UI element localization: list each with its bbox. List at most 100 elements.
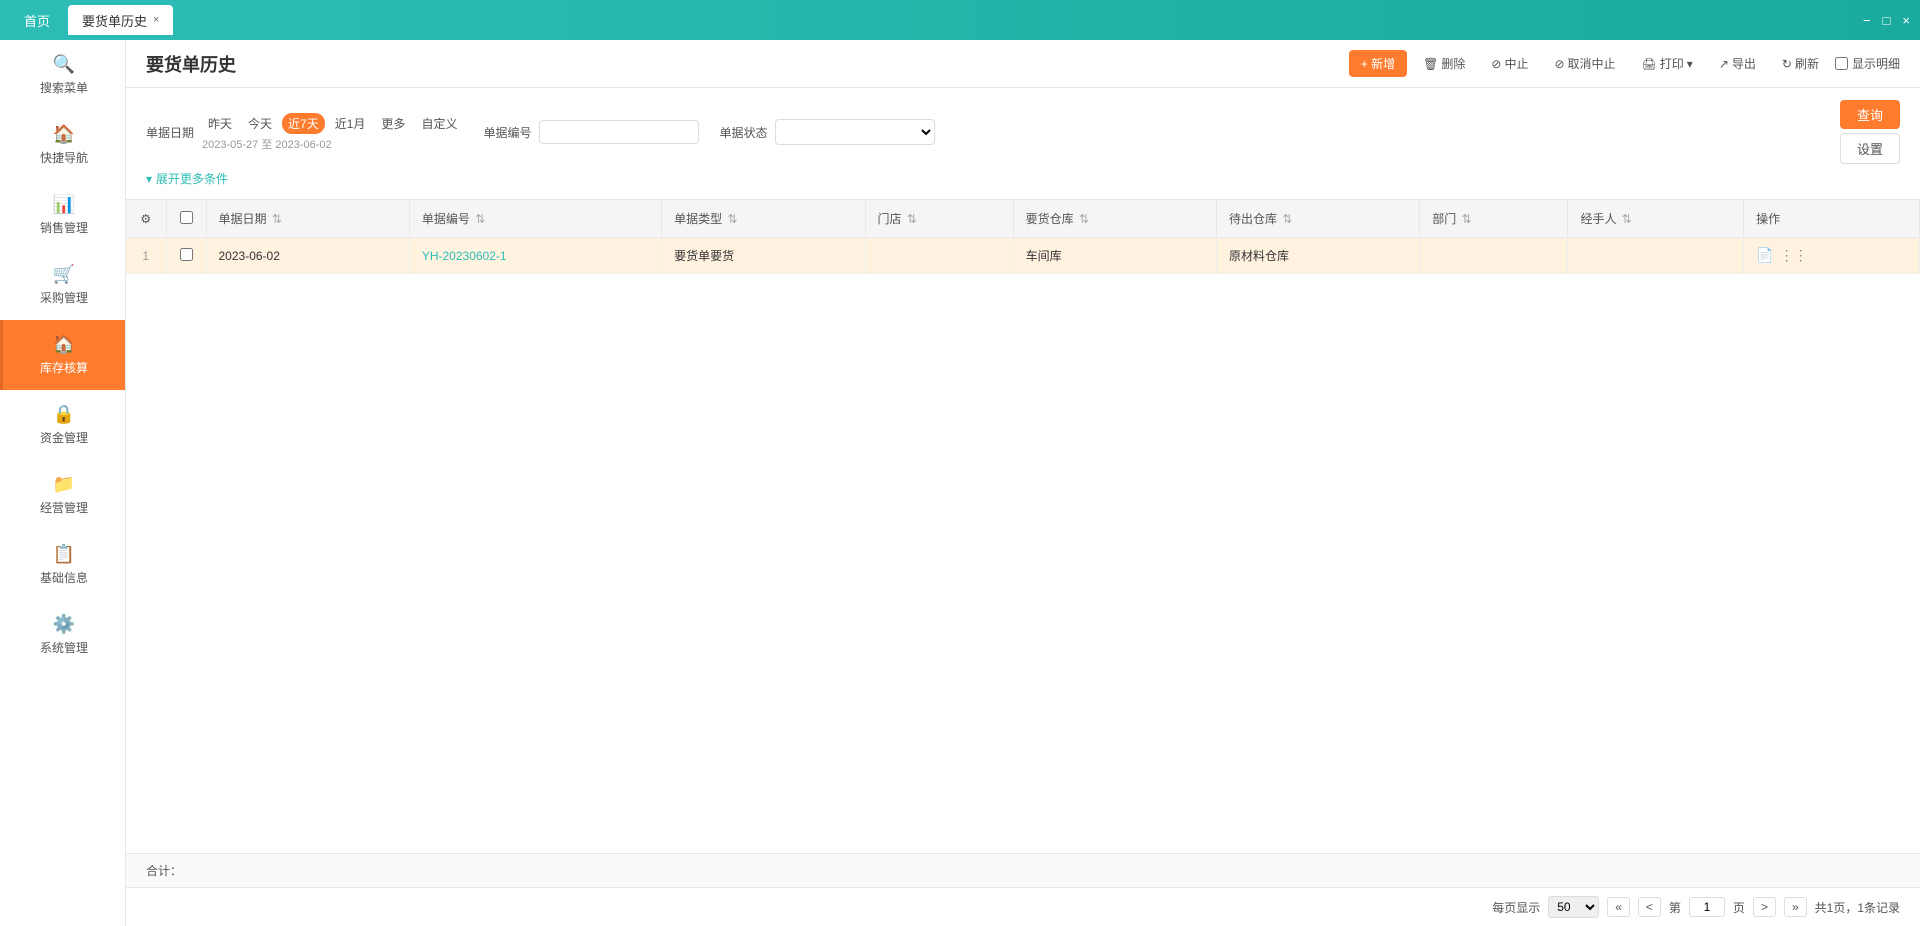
col-doc-type[interactable]: 单据类型 ⇅ [662,200,865,238]
col-dept[interactable]: 部门 ⇅ [1420,200,1568,238]
row-checkbox[interactable] [180,248,193,261]
doc-no-link[interactable]: YH-20230602-1 [422,249,507,263]
table-footer: 合计： [126,853,1920,887]
col-doc-no[interactable]: 单据编号 ⇅ [409,200,661,238]
sort-store-icon: ⇅ [907,212,917,226]
col-handler[interactable]: 经手人 ⇅ [1568,200,1744,238]
shortcut-custom[interactable]: 自定义 [415,113,463,134]
shortcut-7days[interactable]: 近7天 [282,113,325,134]
data-table: ⚙ 单据日期 ⇅ 单据编号 ⇅ [126,200,1920,274]
shortcut-yesterday[interactable]: 昨天 [202,113,238,134]
tab-active[interactable]: 要货单历史 × [68,5,173,35]
doc-number-filter-group: 单据编号 [483,120,699,144]
next-page-button[interactable]: > [1753,897,1776,917]
row-handler [1568,238,1744,274]
sidebar-item-system[interactable]: ⚙️ 系统管理 [0,600,125,670]
minimize-icon[interactable]: − [1863,13,1871,28]
search-menu-icon: 🔍 [53,54,75,75]
last-page-button[interactable]: » [1784,897,1807,917]
export-button[interactable]: ↗ 导出 [1709,51,1766,76]
sidebar-item-inventory[interactable]: 🏠 库存核算 [0,320,125,390]
maximize-icon[interactable]: □ [1883,13,1891,28]
toolbar: + 新增 🗑 删除 ⊘ 中止 ⊘ 取消中止 🖨 打印 ▾ [1349,50,1900,77]
operation-icon: 📁 [53,474,75,495]
sidebar-item-search-menu[interactable]: 🔍 搜索菜单 [0,40,125,110]
per-page-select[interactable]: 20 50 100 200 [1548,896,1599,918]
view-action-icon[interactable]: 📄 [1756,247,1773,264]
doc-number-input[interactable] [539,120,699,144]
basic-icon: 📋 [53,544,75,565]
page-label-after: 页 [1733,899,1745,916]
page-number-input[interactable] [1689,897,1725,917]
sidebar-item-label: 快捷导航 [40,149,88,166]
date-filter-group: 单据日期 昨天 今天 近7天 近1月 更多 自定义 2023-05-27 至 2… [146,113,463,152]
sidebar: 🔍 搜索菜单 🏠 快捷导航 📊 销售管理 🛒 采购管理 🏠 库存核算 🔒 资金管… [0,40,126,926]
sidebar-item-finance[interactable]: 🔒 资金管理 [0,390,125,460]
sidebar-item-purchase[interactable]: 🛒 采购管理 [0,250,125,320]
row-doc-no: YH-20230602-1 [409,238,661,274]
sort-docno-icon: ⇅ [475,212,485,226]
query-button[interactable]: 查询 [1840,100,1900,129]
first-page-button[interactable]: « [1607,897,1630,917]
col-checkbox [166,200,206,238]
prev-page-button[interactable]: < [1638,897,1661,917]
print-button[interactable]: 🖨 打印 ▾ [1632,51,1703,76]
col-req-warehouse[interactable]: 要货仓库 ⇅ [1013,200,1216,238]
new-button[interactable]: + 新增 [1349,50,1407,77]
shortcut-today[interactable]: 今天 [242,113,278,134]
col-pending-warehouse[interactable]: 待出仓库 ⇅ [1216,200,1419,238]
export-icon: ↗ [1719,57,1729,71]
cancel-stop-button[interactable]: ⊘ 取消中止 [1544,51,1625,76]
date-label: 单据日期 [146,124,194,141]
settings-button[interactable]: 设置 [1840,133,1900,164]
expand-icon: ▾ [146,172,152,186]
page-label-before: 第 [1669,899,1681,916]
sidebar-item-label: 基础信息 [40,569,88,586]
sidebar-item-sales[interactable]: 📊 销售管理 [0,180,125,250]
sidebar-item-operation[interactable]: 📁 经营管理 [0,460,125,530]
shortcut-more[interactable]: 更多 [375,113,411,134]
print-icon: 🖨 [1642,57,1657,71]
sidebar-item-quick-nav[interactable]: 🏠 快捷导航 [0,110,125,180]
top-tabs: 首页 要货单历史 × [10,5,1863,35]
inventory-icon: 🏠 [53,334,75,355]
row-date: 2023-06-02 [206,238,409,274]
doc-status-label: 单据状态 [719,124,767,141]
row-dept [1420,238,1568,274]
row-req-warehouse: 车间库 [1013,238,1216,274]
purchase-icon: 🛒 [53,264,75,285]
sidebar-item-basic[interactable]: 📋 基础信息 [0,530,125,600]
sidebar-item-label: 搜索菜单 [40,79,88,96]
action-buttons: 📄 ⋮⋮ [1756,247,1907,264]
page-header: 要货单历史 + 新增 🗑 删除 ⊘ 中止 ⊘ 取消中止 🖨 打印 [126,40,1920,88]
row-checkbox-cell [166,238,206,274]
date-range-text: 2023-05-27 至 2023-06-02 [202,136,463,152]
close-tab-icon[interactable]: × [153,14,159,26]
filter-bar: 单据日期 昨天 今天 近7天 近1月 更多 自定义 2023-05-27 至 2… [126,88,1920,200]
refresh-button[interactable]: ↻ 刷新 [1772,51,1829,76]
date-shortcuts: 昨天 今天 近7天 近1月 更多 自定义 2023-05-27 至 2023-0… [202,113,463,152]
sidebar-item-label: 资金管理 [40,429,88,446]
display-detail-toggle[interactable]: 显示明细 [1835,55,1900,72]
col-store[interactable]: 门店 ⇅ [865,200,1013,238]
row-actions-cell: 📄 ⋮⋮ [1744,238,1920,274]
sales-icon: 📊 [53,194,75,215]
close-window-icon[interactable]: × [1902,13,1910,28]
select-all-checkbox[interactable] [180,211,193,224]
sidebar-item-label: 库存核算 [40,359,88,376]
more-action-icon[interactable]: ⋮⋮ [1780,247,1808,264]
expand-more-btn[interactable]: ▾ 展开更多条件 [146,170,1900,187]
table-container: ⚙ 单据日期 ⇅ 单据编号 ⇅ [126,200,1920,853]
display-detail-checkbox[interactable] [1835,57,1848,70]
quick-nav-icon: 🏠 [53,124,75,145]
tab-home[interactable]: 首页 [10,5,64,35]
stop-button[interactable]: ⊘ 中止 [1481,51,1538,76]
col-settings[interactable]: ⚙ [126,200,166,238]
doc-status-select[interactable] [775,119,935,145]
delete-button[interactable]: 🗑 删除 [1413,51,1475,76]
pagination: 每页显示 20 50 100 200 « < 第 页 > » 共1页，1条记录 [126,887,1920,926]
content-area: 要货单历史 + 新增 🗑 删除 ⊘ 中止 ⊘ 取消中止 🖨 打印 [126,40,1920,926]
shortcut-1month[interactable]: 近1月 [329,113,372,134]
col-date[interactable]: 单据日期 ⇅ [206,200,409,238]
sort-reqwh-icon: ⇅ [1079,212,1089,226]
